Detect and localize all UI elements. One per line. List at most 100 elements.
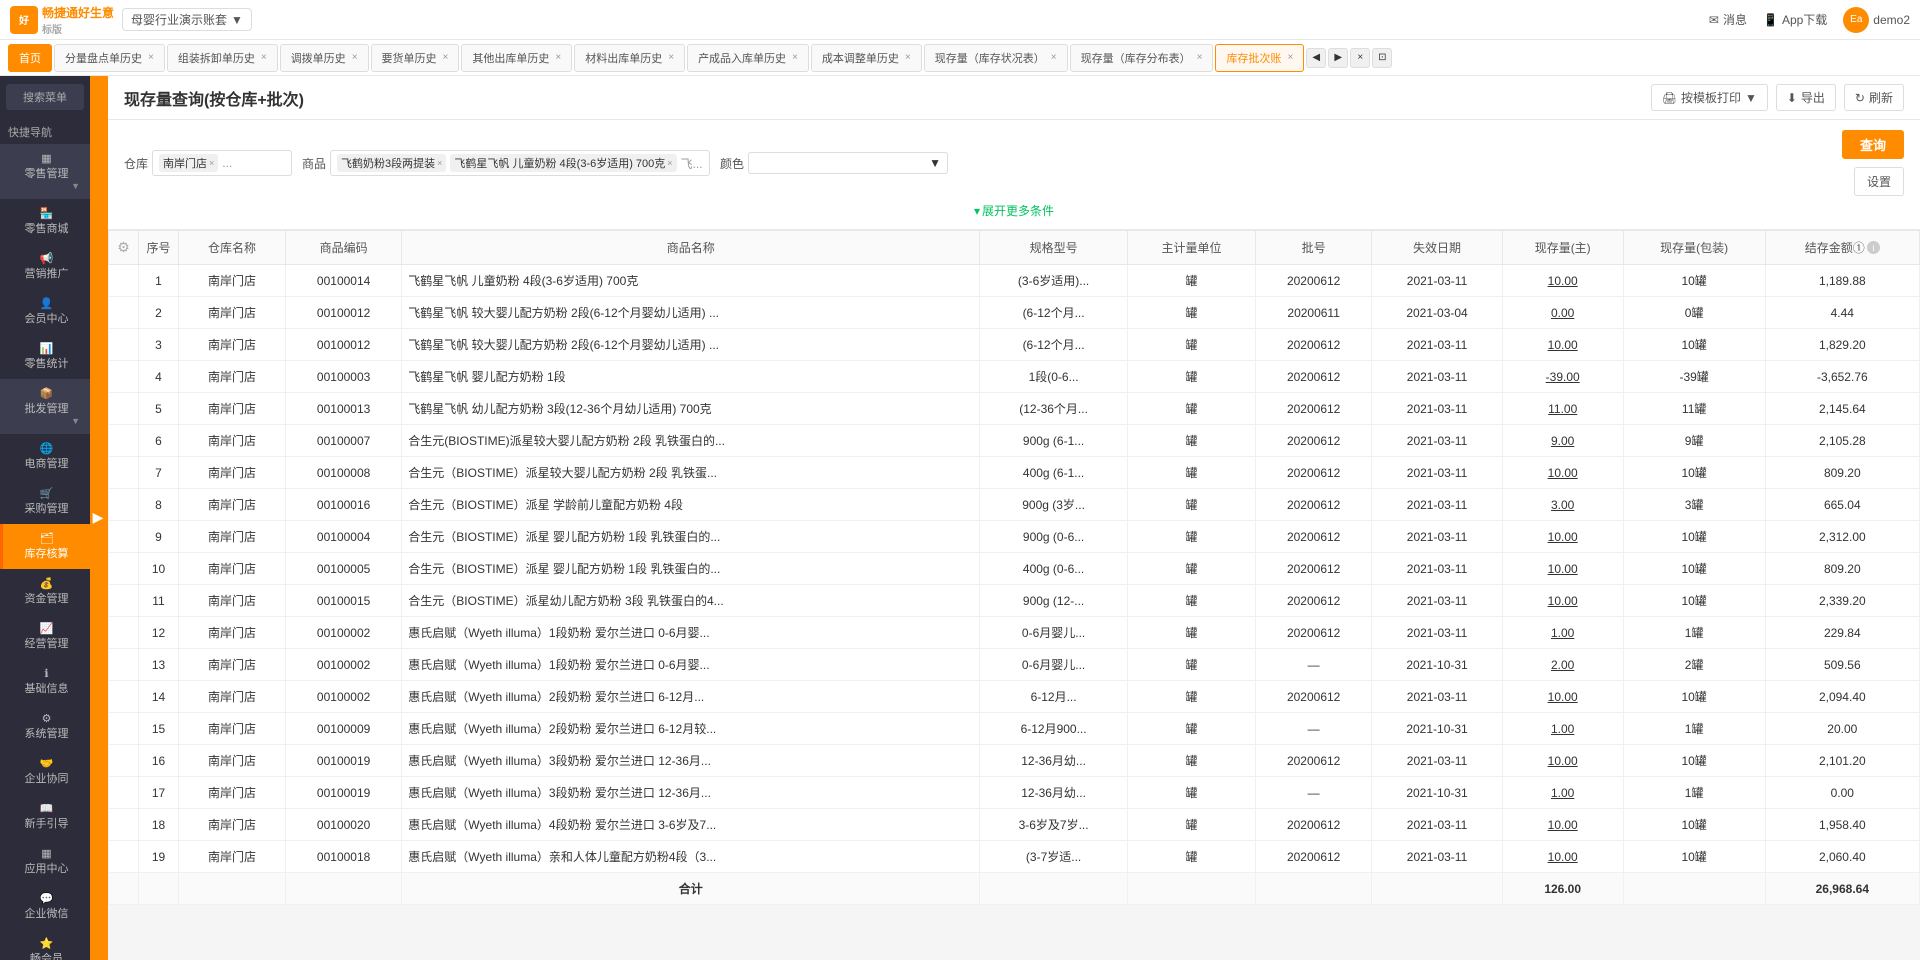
sidebar-item-app-center[interactable]: ▦ 应用中心 [0, 839, 90, 884]
app-download-btn[interactable]: 📱 App下载 [1763, 11, 1827, 28]
message-btn[interactable]: ✉ 消息 [1709, 11, 1747, 28]
table-cell[interactable]: 1.00 [1502, 713, 1623, 745]
table-cell: 509.56 [1765, 649, 1919, 681]
tab-material-out-history[interactable]: 材料出库单历史 × [574, 44, 685, 72]
tab-batch-ledger[interactable]: 库存批次账 × [1215, 44, 1304, 72]
print-btn[interactable]: 🖨 按模板打印 ▼ [1651, 84, 1768, 111]
sidebar-item-system[interactable]: ⚙ 系统管理 [0, 704, 90, 749]
tab-prev-btn[interactable]: ◀ [1306, 48, 1326, 68]
tab-other-out-history[interactable]: 其他出库单历史 × [461, 44, 572, 72]
table-row: 1南岸门店00100014飞鹤星飞帆 儿童奶粉 4段(3-6岁适用) 700克(… [109, 265, 1920, 297]
table-row: 4南岸门店00100003飞鹤星飞帆 婴儿配方奶粉 1段1段(0-6...罐20… [109, 361, 1920, 393]
table-cell[interactable]: 10.00 [1502, 745, 1623, 777]
table-cell: 16 [139, 745, 179, 777]
table-cell[interactable]: 1.00 [1502, 777, 1623, 809]
tab-fullscreen-btn[interactable]: ⊡ [1372, 48, 1392, 68]
table-cell[interactable]: 11.00 [1502, 393, 1623, 425]
close-icon[interactable]: × [1287, 52, 1293, 63]
tag-close-icon[interactable]: × [667, 158, 672, 168]
warehouse-tag-container[interactable]: 南岸门店 × ... [152, 150, 292, 176]
export-btn[interactable]: ⬇ 导出 [1776, 84, 1836, 111]
sidebar-item-wholesale-mgmt[interactable]: 📦 批发管理 ▼ [0, 379, 90, 434]
account-selector[interactable]: 母婴行业演示账套 ▼ [122, 8, 252, 31]
sidebar-item-retail-store[interactable]: 🏪 零售商城 [0, 199, 90, 244]
close-icon[interactable]: × [905, 52, 911, 63]
user-area[interactable]: Ea demo2 [1843, 7, 1910, 33]
sidebar-item-inventory[interactable]: 🗂 库存核算 [0, 524, 90, 569]
close-icon[interactable]: × [555, 52, 561, 63]
tab-adjust-history[interactable]: 调拨单历史 × [280, 44, 369, 72]
close-icon[interactable]: × [443, 52, 449, 63]
product-tag-container[interactable]: 飞鹤奶粉3段两提装 × 飞鹤星飞帆 儿童奶粉 4段(3-6岁适用) 700克 ×… [330, 150, 710, 176]
close-icon[interactable]: × [792, 52, 798, 63]
table-cell[interactable]: 10.00 [1502, 585, 1623, 617]
sidebar-item-new-guide[interactable]: 📖 新手引导 [0, 794, 90, 839]
table-cell [109, 361, 139, 393]
table-cell[interactable]: 10.00 [1502, 681, 1623, 713]
sidebar-item-enterprise-wx[interactable]: 💬 企业微信 [0, 884, 90, 929]
close-icon[interactable]: × [1197, 52, 1203, 63]
table-cell[interactable]: 10.00 [1502, 841, 1623, 873]
setting-btn[interactable]: 设置 [1854, 167, 1904, 196]
close-icon[interactable]: × [148, 52, 154, 63]
tab-disassemble-history[interactable]: 组装拆卸单历史 × [167, 44, 278, 72]
search-menu-btn[interactable]: 搜索菜单 [6, 84, 84, 110]
tab-product-in-history[interactable]: 产成品入库单历史 × [687, 44, 809, 72]
expand-conditions-btn[interactable]: ▾ 展开更多条件 [974, 202, 1054, 219]
table-cell: 惠氏启赋（Wyeth illuma）2段奶粉 爱尔兰进口 6-12月较... [402, 713, 980, 745]
table-cell[interactable]: 10.00 [1502, 809, 1623, 841]
table-cell: 惠氏启赋（Wyeth illuma）亲和人体儿童配方奶粉4段（3... [402, 841, 980, 873]
table-cell[interactable]: -39.00 [1502, 361, 1623, 393]
tab-inventory-dist[interactable]: 现存量（库存分布表） × [1070, 44, 1214, 72]
table-cell[interactable]: 9.00 [1502, 425, 1623, 457]
table-cell[interactable]: 10.00 [1502, 265, 1623, 297]
tab-split-history[interactable]: 分量盘点单历史 × [54, 44, 165, 72]
sidebar-item-ops[interactable]: 📈 经营管理 [0, 614, 90, 659]
close-icon[interactable]: × [1051, 52, 1057, 63]
tab-require-history[interactable]: 要货单历史 × [371, 44, 460, 72]
table-cell: 罐 [1128, 361, 1256, 393]
table-cell[interactable]: 3.00 [1502, 489, 1623, 521]
sidebar-item-basic-info[interactable]: ℹ 基础信息 [0, 659, 90, 704]
sidebar-item-enterprise[interactable]: 🤝 企业协同 [0, 749, 90, 794]
sidebar-item-member[interactable]: ⭐ 畅会员 [0, 929, 90, 960]
more-products-icon[interactable]: 飞... [681, 155, 703, 172]
table-cell[interactable]: 2.00 [1502, 649, 1623, 681]
tab-cost-adjust-history[interactable]: 成本调整单历史 × [811, 44, 922, 72]
info-icon[interactable]: i [1867, 241, 1880, 254]
table-cell: 20200611 [1255, 297, 1371, 329]
sidebar-item-retail-stats[interactable]: 📊 零售统计 [0, 334, 90, 379]
table-cell: 15 [139, 713, 179, 745]
query-btn[interactable]: 查询 [1842, 130, 1904, 159]
tab-inventory-status[interactable]: 现存量（库存状况表） × [924, 44, 1068, 72]
sidebar-item-member-center[interactable]: 👤 会员中心 [0, 289, 90, 334]
inventory-icon: 🗂 [40, 532, 54, 545]
sidebar-toggle-btn[interactable]: ▶ [90, 76, 108, 960]
close-icon[interactable]: × [352, 52, 358, 63]
color-tag-container[interactable]: ▼ [748, 152, 948, 174]
table-cell[interactable]: 10.00 [1502, 329, 1623, 361]
table-cell[interactable]: 10.00 [1502, 521, 1623, 553]
table-cell: — [1255, 649, 1371, 681]
table-cell[interactable]: 10.00 [1502, 457, 1623, 489]
more-icon[interactable]: ... [222, 156, 232, 170]
tag-close-icon[interactable]: × [209, 158, 214, 168]
sidebar-item-purchase[interactable]: 🛒 采购管理 [0, 479, 90, 524]
sidebar-item-ecommerce[interactable]: 🌐 电商管理 [0, 434, 90, 479]
filter-area: 仓库 南岸门店 × ... 商品 飞鹤奶粉3段两提装 × [108, 120, 1920, 230]
tab-close-btn[interactable]: × [1350, 48, 1370, 68]
sidebar-item-marketing[interactable]: 📢 营销推广 [0, 244, 90, 289]
table-cell: 南岸门店 [179, 329, 286, 361]
table-cell: 809.20 [1765, 553, 1919, 585]
table-cell[interactable]: 0.00 [1502, 297, 1623, 329]
tab-home[interactable]: 首页 [8, 44, 52, 72]
close-icon[interactable]: × [668, 52, 674, 63]
tag-close-icon[interactable]: × [437, 158, 442, 168]
table-cell[interactable]: 10.00 [1502, 553, 1623, 585]
sidebar-item-finance[interactable]: 💰 资金管理 [0, 569, 90, 614]
tab-next-btn[interactable]: ▶ [1328, 48, 1348, 68]
table-cell[interactable]: 1.00 [1502, 617, 1623, 649]
close-icon[interactable]: × [261, 52, 267, 63]
refresh-btn[interactable]: ↻ 刷新 [1844, 84, 1904, 111]
sidebar-item-retail-mgmt[interactable]: ▦ 零售管理 ▼ [0, 144, 90, 199]
